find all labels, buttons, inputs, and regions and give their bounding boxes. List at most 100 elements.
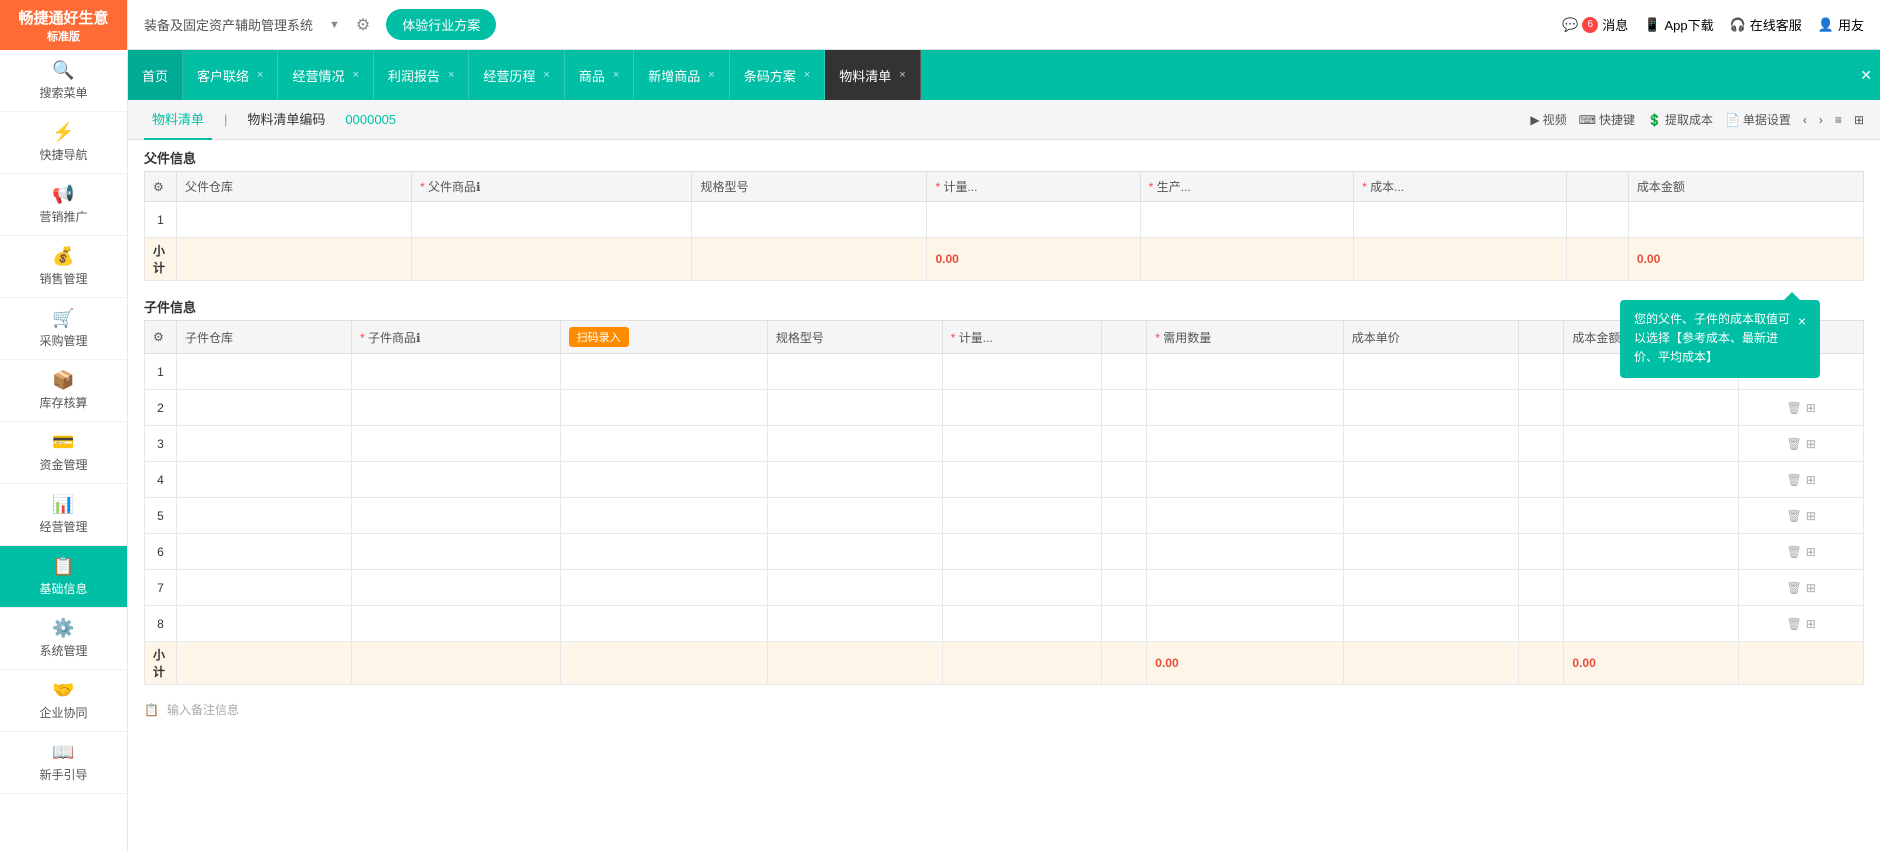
child-row-3-warehouse[interactable] — [177, 426, 352, 462]
child-row-4-unit[interactable] — [942, 462, 1101, 498]
sidebar-item-0[interactable]: 🔍搜索菜单 — [0, 50, 127, 112]
child-row-6-unit-price[interactable] — [1343, 534, 1518, 570]
parent-row-1-spec[interactable] — [692, 202, 927, 238]
sidebar-item-5[interactable]: 📦库存核算 — [0, 360, 127, 422]
nav-tab-8[interactable]: 物料清单× — [825, 50, 920, 100]
child-row-7-spec[interactable] — [767, 570, 942, 606]
child-row-7-warehouse[interactable] — [177, 570, 352, 606]
child-row-4-spec[interactable] — [767, 462, 942, 498]
child-row-8-spec[interactable] — [767, 606, 942, 642]
nav-tab-close-8[interactable]: × — [899, 69, 905, 81]
parent-row-1-product[interactable] — [412, 202, 692, 238]
parent-col-settings[interactable]: ⚙ — [145, 172, 177, 202]
child-row-2-unit[interactable] — [942, 390, 1101, 426]
video-action[interactable]: ▶ 视频 — [1530, 111, 1566, 128]
sub-tab-bill-list[interactable]: 物料清单 — [144, 100, 212, 140]
child-row-5-unit-price[interactable] — [1343, 498, 1518, 534]
shortcut-action[interactable]: ⌨ 快捷键 — [1579, 111, 1635, 128]
sidebar-item-7[interactable]: 📊经营管理 — [0, 484, 127, 546]
online-service-action[interactable]: 🎧 在线客服 — [1730, 15, 1802, 34]
parent-row-1-warehouse[interactable] — [177, 202, 412, 238]
delete-icon-8[interactable]: 🗑 — [1787, 617, 1802, 631]
child-row-1-spec[interactable] — [767, 354, 942, 390]
delete-icon-4[interactable]: 🗑 — [1787, 473, 1802, 487]
grid-view-icon[interactable]: ≡ — [1835, 113, 1842, 127]
child-row-6-product[interactable] — [351, 534, 560, 570]
copy-icon-7[interactable]: ⊞ — [1806, 581, 1816, 595]
message-action[interactable]: 💬 6 消息 — [1562, 15, 1628, 34]
child-row-1-unit-price[interactable] — [1343, 354, 1518, 390]
child-row-4-unit-price[interactable] — [1343, 462, 1518, 498]
app-download-action[interactable]: 📱 App下载 — [1644, 15, 1713, 34]
copy-icon-2[interactable]: ⊞ — [1806, 401, 1816, 415]
child-row-5-warehouse[interactable] — [177, 498, 352, 534]
child-row-3-unit[interactable] — [942, 426, 1101, 462]
copy-icon-4[interactable]: ⊞ — [1806, 473, 1816, 487]
sidebar-item-8[interactable]: 📋基础信息 — [0, 546, 127, 608]
child-row-8-warehouse[interactable] — [177, 606, 352, 642]
nav-tab-5[interactable]: 商品× — [565, 50, 634, 100]
child-row-8-unit-price[interactable] — [1343, 606, 1518, 642]
nav-tab-close-2[interactable]: × — [352, 69, 358, 81]
child-row-6-warehouse[interactable] — [177, 534, 352, 570]
child-row-4-warehouse[interactable] — [177, 462, 352, 498]
parent-row-1-cost[interactable] — [1354, 202, 1567, 238]
copy-icon-5[interactable]: ⊞ — [1806, 509, 1816, 523]
child-row-6-spec[interactable] — [767, 534, 942, 570]
child-col-scan[interactable]: 扫码录入 — [560, 321, 767, 354]
child-row-8-product[interactable] — [351, 606, 560, 642]
child-row-3-product[interactable] — [351, 426, 560, 462]
nav-tab-close-4[interactable]: × — [543, 69, 549, 81]
child-row-4-qty[interactable] — [1147, 462, 1343, 498]
expand-icon[interactable]: ⊞ — [1854, 113, 1864, 127]
system-dropdown-arrow[interactable]: ▼ — [329, 19, 340, 31]
child-col-settings[interactable]: ⚙ — [145, 321, 177, 354]
nav-tab-close-7[interactable]: × — [804, 69, 810, 81]
child-row-7-qty[interactable] — [1147, 570, 1343, 606]
sidebar-item-10[interactable]: 🤝企业协同 — [0, 670, 127, 732]
delete-icon-7[interactable]: 🗑 — [1787, 581, 1802, 595]
delete-icon-3[interactable]: 🗑 — [1787, 437, 1802, 451]
nav-tab-6[interactable]: 新增商品× — [634, 50, 729, 100]
child-row-5-qty[interactable] — [1147, 498, 1343, 534]
sidebar-item-3[interactable]: 💰销售管理 — [0, 236, 127, 298]
child-row-7-unit[interactable] — [942, 570, 1101, 606]
child-row-6-qty[interactable] — [1147, 534, 1343, 570]
nav-tab-close-5[interactable]: × — [613, 69, 619, 81]
user-action[interactable]: 👤 用友 — [1818, 15, 1864, 34]
nav-tab-4[interactable]: 经营历程× — [469, 50, 564, 100]
child-row-5-product[interactable] — [351, 498, 560, 534]
child-row-1-product[interactable] — [351, 354, 560, 390]
sidebar-item-2[interactable]: 📢营销推广 — [0, 174, 127, 236]
experience-button[interactable]: 体验行业方案 — [386, 9, 496, 40]
child-row-3-qty[interactable] — [1147, 426, 1343, 462]
child-row-1-unit[interactable] — [942, 354, 1101, 390]
nav-tab-close-1[interactable]: × — [257, 69, 263, 81]
child-row-2-spec[interactable] — [767, 390, 942, 426]
child-row-2-product[interactable] — [351, 390, 560, 426]
parent-row-1-production[interactable] — [1140, 202, 1353, 238]
copy-icon-6[interactable]: ⊞ — [1806, 545, 1816, 559]
child-row-3-unit-price[interactable] — [1343, 426, 1518, 462]
child-row-5-unit[interactable] — [942, 498, 1101, 534]
child-row-8-unit[interactable] — [942, 606, 1101, 642]
scan-input-button[interactable]: 扫码录入 — [569, 327, 629, 347]
sidebar-item-11[interactable]: 📖新手引导 — [0, 732, 127, 794]
child-row-4-product[interactable] — [351, 462, 560, 498]
nav-tab-3[interactable]: 利润报告× — [374, 50, 469, 100]
nav-tab-close-6[interactable]: × — [708, 69, 714, 81]
doc-settings-action[interactable]: 📄 单据设置 — [1725, 111, 1791, 128]
sidebar-item-9[interactable]: ⚙️系统管理 — [0, 608, 127, 670]
copy-icon-8[interactable]: ⊞ — [1806, 617, 1816, 631]
child-row-1-qty[interactable] — [1147, 354, 1343, 390]
child-row-8-qty[interactable] — [1147, 606, 1343, 642]
sidebar-item-6[interactable]: 💳资金管理 — [0, 422, 127, 484]
sidebar-item-1[interactable]: ⚡快捷导航 — [0, 112, 127, 174]
delete-icon-5[interactable]: 🗑 — [1787, 509, 1802, 523]
copy-icon-3[interactable]: ⊞ — [1806, 437, 1816, 451]
child-row-2-warehouse[interactable] — [177, 390, 352, 426]
child-row-3-spec[interactable] — [767, 426, 942, 462]
nav-tab-0[interactable]: 首页 — [128, 50, 183, 100]
child-row-7-product[interactable] — [351, 570, 560, 606]
child-row-1-warehouse[interactable] — [177, 354, 352, 390]
